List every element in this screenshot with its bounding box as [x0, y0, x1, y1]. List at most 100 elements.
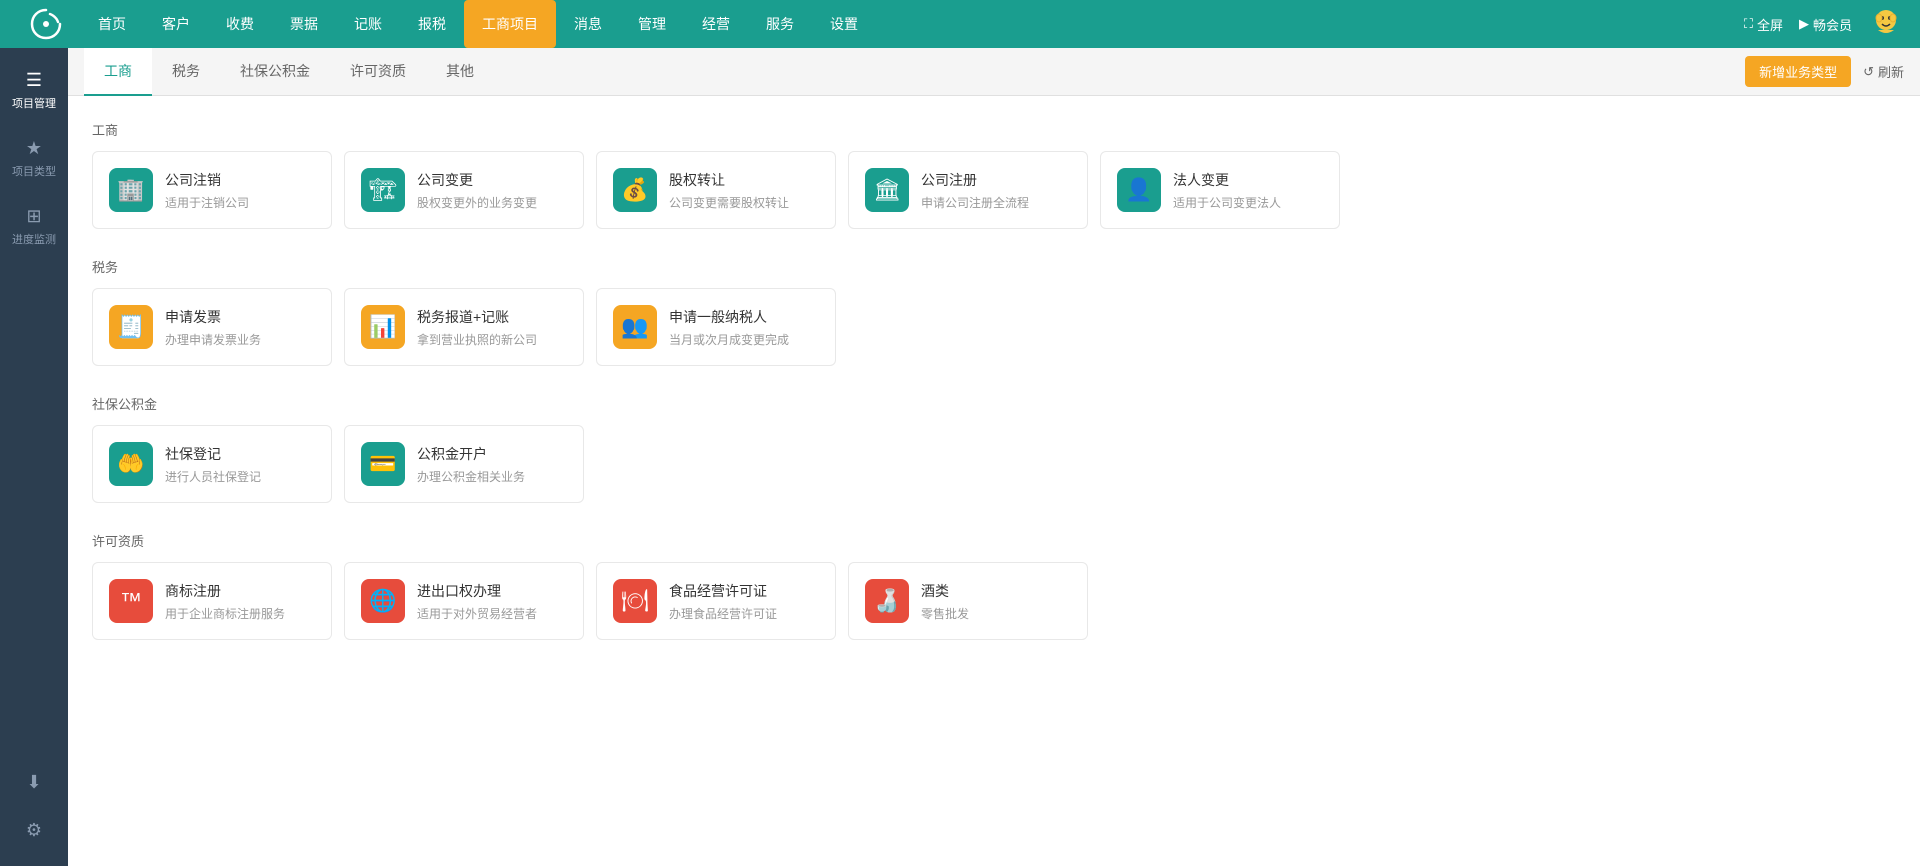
card-title-text: 公司注册 [921, 170, 1029, 190]
service-card-公司变更[interactable]: 🏗公司变更股权变更外的业务变更 [344, 151, 584, 229]
card-info-社保登记: 社保登记进行人员社保登记 [165, 444, 261, 485]
section-title-许可资质: 许可资质 [92, 523, 1896, 550]
nav-item-首页[interactable]: 首页 [80, 0, 144, 48]
card-info-公积金开户: 公积金开户办理公积金相关业务 [417, 444, 525, 485]
nav-item-消息[interactable]: 消息 [556, 0, 620, 48]
tabs-bar: 工商税务社保公积金许可资质其他 新增业务类型 ↺ 刷新 [68, 48, 1920, 96]
nav-item-设置[interactable]: 设置 [812, 0, 876, 48]
nav-item-工商项目[interactable]: 工商项目 [464, 0, 556, 48]
tab-工商[interactable]: 工商 [84, 48, 152, 96]
nav-right: ⛶ 全屏 ▶ 畅会员 [1744, 6, 1920, 42]
service-card-酒类[interactable]: 🍶 酒类零售批发 [848, 562, 1088, 640]
card-title-text: 社保登记 [165, 444, 261, 464]
card-title-text: 股权转让 [669, 170, 789, 190]
download-icon[interactable]: ⬇ [0, 762, 68, 802]
settings-icon[interactable]: ⚙ [0, 810, 68, 850]
service-card-申请一般纳税人[interactable]: 👥 申请一般纳税人当月或次月成变更完成 [596, 288, 836, 366]
card-title-text: 法人变更 [1173, 170, 1281, 190]
tab-税务[interactable]: 税务 [152, 48, 220, 96]
fullscreen-button[interactable]: ⛶ 全屏 [1744, 15, 1783, 34]
card-info-公司注销: 公司注销适用于注销公司 [165, 170, 249, 211]
card-icon-税务报道+记账: 📊 [361, 305, 405, 349]
card-icon-商标注册: ™ [109, 579, 153, 623]
service-card-公司注销[interactable]: 🏢公司注销适用于注销公司 [92, 151, 332, 229]
sidebar-icon: ⊞ [26, 206, 41, 227]
card-desc-text: 零售批发 [921, 605, 969, 622]
add-type-button[interactable]: 新增业务类型 [1745, 56, 1851, 87]
card-desc-text: 办理申请发票业务 [165, 331, 261, 348]
nav-item-管理[interactable]: 管理 [620, 0, 684, 48]
card-info-商标注册: 商标注册用于企业商标注册服务 [165, 581, 285, 622]
tab-其他[interactable]: 其他 [426, 48, 494, 96]
sidebar-item-项目类型[interactable]: ★项目类型 [0, 124, 68, 192]
mascot-icon [1868, 6, 1904, 42]
service-card-商标注册[interactable]: ™ 商标注册用于企业商标注册服务 [92, 562, 332, 640]
service-card-股权转让[interactable]: 💰 股权转让公司变更需要股权转让 [596, 151, 836, 229]
tabs-right: 新增业务类型 ↺ 刷新 [1745, 56, 1904, 87]
card-info-税务报道+记账: 税务报道+记账拿到营业执照的新公司 [417, 307, 537, 348]
nav-item-客户[interactable]: 客户 [144, 0, 208, 48]
card-info-酒类: 酒类零售批发 [921, 581, 969, 622]
logo-area [12, 6, 80, 42]
card-icon-进出口权办理: 🌐 [361, 579, 405, 623]
service-card-公积金开户[interactable]: 💳公积金开户办理公积金相关业务 [344, 425, 584, 503]
card-desc-text: 适用于注销公司 [165, 194, 249, 211]
card-icon-公司注册: 🏛 [865, 168, 909, 212]
sidebar-bottom: ⬇⚙ [0, 762, 68, 866]
nav-item-记账[interactable]: 记账 [336, 0, 400, 48]
card-icon-股权转让: 💰 [613, 168, 657, 212]
card-title-text: 公司注销 [165, 170, 249, 190]
card-info-进出口权办理: 进出口权办理适用于对外贸易经营者 [417, 581, 537, 622]
scroll-content[interactable]: 工商🏢公司注销适用于注销公司🏗公司变更股权变更外的业务变更💰股权转让公司变更需要… [68, 96, 1920, 866]
cards-grid-税务: 🧾 申请发票办理申请发票业务 📊 税务报道+记账拿到营业执照的新公司 👥 申请一般纳税人当… [92, 288, 1896, 366]
card-icon-酒类: 🍶 [865, 579, 909, 623]
content-area: 工商税务社保公积金许可资质其他 新增业务类型 ↺ 刷新 工商🏢公司注销适用于注销… [68, 48, 1920, 866]
service-card-社保登记[interactable]: 🤲 社保登记进行人员社保登记 [92, 425, 332, 503]
cards-grid-许可资质: ™ 商标注册用于企业商标注册服务 🌐 进出口权办理适用于对外贸易经营者 🍽食品经营许可证… [92, 562, 1896, 640]
sidebar-item-进度监测[interactable]: ⊞进度监测 [0, 192, 68, 260]
card-desc-text: 适用于公司变更法人 [1173, 194, 1281, 211]
card-desc-text: 公司变更需要股权转让 [669, 194, 789, 211]
refresh-icon: ↺ [1863, 64, 1874, 80]
nav-item-票据[interactable]: 票据 [272, 0, 336, 48]
service-card-申请发票[interactable]: 🧾 申请发票办理申请发票业务 [92, 288, 332, 366]
sidebar-icon: ★ [26, 138, 42, 159]
sidebar-item-项目管理[interactable]: ☰项目管理 [0, 56, 68, 124]
card-desc-text: 适用于对外贸易经营者 [417, 605, 537, 622]
card-desc-text: 办理食品经营许可证 [669, 605, 777, 622]
tab-许可资质[interactable]: 许可资质 [330, 48, 426, 96]
card-info-公司注册: 公司注册申请公司注册全流程 [921, 170, 1029, 211]
card-icon-申请一般纳税人: 👥 [613, 305, 657, 349]
refresh-button[interactable]: ↺ 刷新 [1863, 62, 1904, 81]
card-title-text: 食品经营许可证 [669, 581, 777, 601]
card-desc-text: 当月或次月成变更完成 [669, 331, 789, 348]
nav-item-报税[interactable]: 报税 [400, 0, 464, 48]
card-title-text: 申请一般纳税人 [669, 307, 789, 327]
service-card-进出口权办理[interactable]: 🌐 进出口权办理适用于对外贸易经营者 [344, 562, 584, 640]
card-icon-公司变更: 🏗 [361, 168, 405, 212]
main-layout: ☰项目管理★项目类型⊞进度监测⬇⚙ 工商税务社保公积金许可资质其他 新增业务类型… [0, 48, 1920, 866]
service-card-公司注册[interactable]: 🏛 公司注册申请公司注册全流程 [848, 151, 1088, 229]
card-title-text: 申请发票 [165, 307, 261, 327]
card-icon-申请发票: 🧾 [109, 305, 153, 349]
cards-grid-工商: 🏢公司注销适用于注销公司🏗公司变更股权变更外的业务变更💰股权转让公司变更需要股权… [92, 151, 1896, 229]
member-button[interactable]: ▶ 畅会员 [1799, 15, 1852, 34]
service-card-法人变更[interactable]: 👤法人变更适用于公司变更法人 [1100, 151, 1340, 229]
nav-item-收费[interactable]: 收费 [208, 0, 272, 48]
service-card-税务报道+记账[interactable]: 📊 税务报道+记账拿到营业执照的新公司 [344, 288, 584, 366]
card-title-text: 商标注册 [165, 581, 285, 601]
tabs-container: 工商税务社保公积金许可资质其他 [84, 48, 494, 95]
tab-社保公积金[interactable]: 社保公积金 [220, 48, 330, 96]
card-info-食品经营许可证: 食品经营许可证办理食品经营许可证 [669, 581, 777, 622]
nav-item-经营[interactable]: 经营 [684, 0, 748, 48]
section-title-社保公积金: 社保公积金 [92, 386, 1896, 413]
card-desc-text: 拿到营业执照的新公司 [417, 331, 537, 348]
card-title-text: 酒类 [921, 581, 969, 601]
nav-items: 首页客户收费票据记账报税工商项目消息管理经营服务设置 [80, 0, 1744, 48]
card-icon-社保登记: 🤲 [109, 442, 153, 486]
nav-item-服务[interactable]: 服务 [748, 0, 812, 48]
cards-grid-社保公积金: 🤲 社保登记进行人员社保登记 💳公积金开户办理公积金相关业务 [92, 425, 1896, 503]
card-desc-text: 进行人员社保登记 [165, 468, 261, 485]
service-card-食品经营许可证[interactable]: 🍽食品经营许可证办理食品经营许可证 [596, 562, 836, 640]
logo-icon [28, 6, 64, 42]
